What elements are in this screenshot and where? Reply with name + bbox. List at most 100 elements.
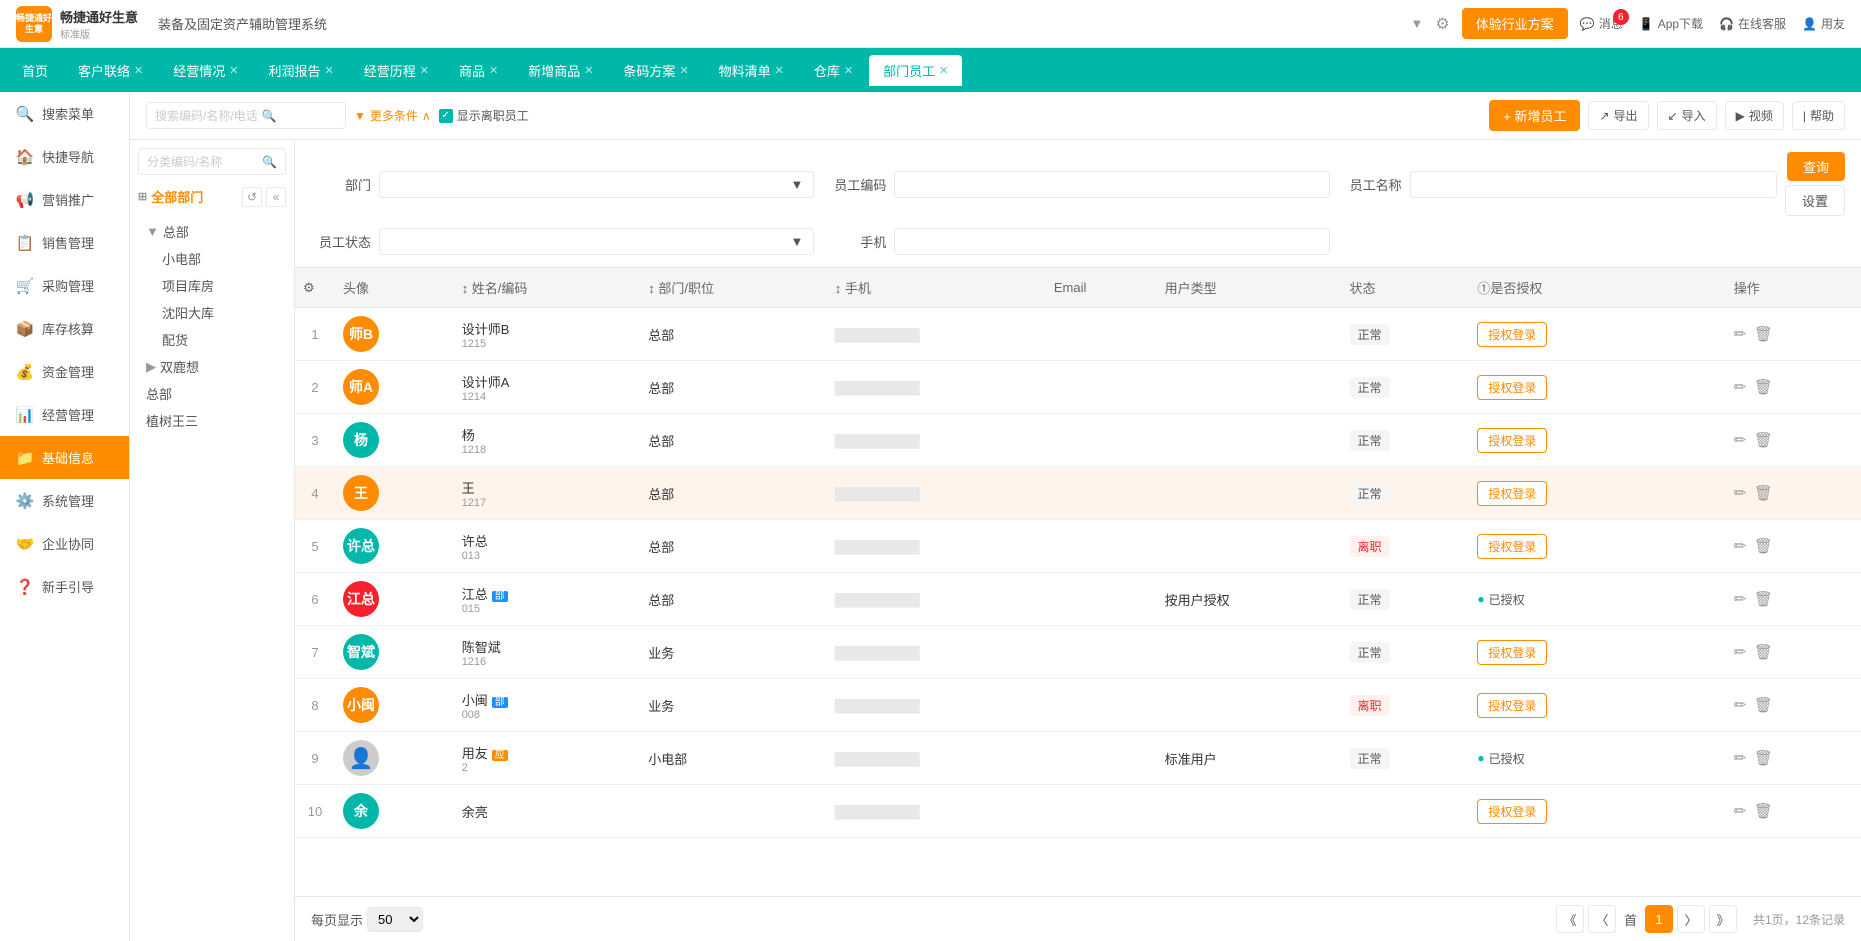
close-icon[interactable]: ✕: [584, 64, 593, 77]
nav-tab-operations[interactable]: 经营情况✕: [159, 55, 252, 86]
delete-icon[interactable]: 🗑: [1754, 538, 1773, 555]
nav-tab-bom[interactable]: 物料清单✕: [705, 55, 798, 86]
search-icon[interactable]: 🔍: [262, 109, 277, 123]
edit-icon[interactable]: ✏: [1734, 538, 1747, 555]
auth-button[interactable]: 授权登录: [1477, 693, 1547, 718]
refresh-icon[interactable]: ↺: [242, 187, 262, 207]
user-action[interactable]: 👤 用友: [1802, 15, 1845, 32]
sidebar-item-system[interactable]: ⚙️ 系统管理: [0, 479, 129, 522]
dropdown-icon[interactable]: ▼: [1411, 16, 1424, 31]
dept-node-double-deer[interactable]: ▶ 双鹿想: [138, 353, 286, 380]
delete-icon[interactable]: 🗑: [1754, 803, 1773, 820]
nav-home[interactable]: 首页: [8, 55, 62, 86]
col-settings[interactable]: ⚙: [295, 268, 335, 308]
nav-tab-employees[interactable]: 部门员工✕: [869, 55, 962, 86]
dept-node-project[interactable]: 项目库房: [154, 272, 286, 299]
sidebar-item-operations[interactable]: 📊 经营管理: [0, 393, 129, 436]
prev-page-btn[interactable]: 〈: [1588, 905, 1616, 933]
import-button[interactable]: ↙ 导入: [1657, 101, 1717, 130]
per-page-select[interactable]: 50 100 200: [367, 907, 423, 932]
add-employee-button[interactable]: + 新增员工: [1489, 100, 1580, 131]
dept-node-shenyang[interactable]: 沈阳大库: [154, 299, 286, 326]
reset-button[interactable]: 设置: [1785, 185, 1845, 216]
col-dept-position[interactable]: ↕ 部门/职位: [640, 268, 827, 308]
auth-button[interactable]: 授权登录: [1477, 799, 1547, 824]
delete-icon[interactable]: 🗑: [1754, 432, 1773, 449]
sidebar-item-inventory[interactable]: 📦 库存核算: [0, 307, 129, 350]
dept-node-plant-tree[interactable]: 植树王三: [138, 407, 286, 434]
experience-button[interactable]: 体验行业方案: [1462, 8, 1568, 39]
edit-icon[interactable]: ✏: [1734, 644, 1747, 661]
nav-tab-barcode[interactable]: 条码方案✕: [609, 55, 702, 86]
dept-select[interactable]: ▼: [379, 171, 814, 198]
nav-tab-journey[interactable]: 经营历程✕: [350, 55, 443, 86]
dept-node-small-electric[interactable]: 小电部: [154, 245, 286, 272]
delete-icon[interactable]: 🗑: [1754, 379, 1773, 396]
auth-button[interactable]: 授权登录: [1477, 322, 1547, 347]
delete-icon[interactable]: 🗑: [1754, 644, 1773, 661]
last-page-btn[interactable]: 》: [1709, 905, 1737, 933]
delete-icon[interactable]: 🗑: [1754, 591, 1773, 608]
auth-button[interactable]: 授权登录: [1477, 375, 1547, 400]
edit-icon[interactable]: ✏: [1734, 803, 1747, 820]
edit-icon[interactable]: ✏: [1734, 697, 1747, 714]
nav-tab-profit[interactable]: 利润报告✕: [254, 55, 347, 86]
sidebar-item-sales[interactable]: 📋 销售管理: [0, 221, 129, 264]
nav-tab-goods[interactable]: 商品✕: [445, 55, 512, 86]
next-page-btn[interactable]: 〉: [1677, 905, 1705, 933]
close-icon[interactable]: ✕: [489, 64, 498, 77]
edit-icon[interactable]: ✏: [1734, 485, 1747, 502]
close-icon[interactable]: ✕: [229, 64, 238, 77]
sidebar-item-basic[interactable]: 📁 基础信息: [0, 436, 129, 479]
close-icon[interactable]: ✕: [679, 64, 688, 77]
close-icon[interactable]: ✕: [939, 64, 948, 77]
close-icon[interactable]: ✕: [134, 64, 143, 77]
help-button[interactable]: | 帮助: [1792, 101, 1845, 130]
edit-icon[interactable]: ✏: [1734, 750, 1747, 767]
nav-tab-customer[interactable]: 客户联络✕: [64, 55, 157, 86]
close-icon[interactable]: ✕: [325, 64, 334, 77]
dept-node-general[interactable]: 总部: [138, 380, 286, 407]
auth-button[interactable]: 授权登录: [1477, 428, 1547, 453]
sidebar-item-purchase[interactable]: 🛒 采购管理: [0, 264, 129, 307]
query-button[interactable]: 查询: [1787, 152, 1845, 181]
phone-input[interactable]: [894, 228, 1329, 255]
all-dept-label[interactable]: ⊞ 全部部门: [138, 183, 203, 210]
online-service-action[interactable]: 🎧 在线客服: [1719, 15, 1786, 32]
delete-icon[interactable]: 🗑: [1754, 750, 1773, 767]
delete-icon[interactable]: 🗑: [1754, 697, 1773, 714]
message-action[interactable]: 💬 消息 6: [1580, 15, 1623, 32]
dept-node-headquarter[interactable]: ▼ 总部: [138, 218, 286, 245]
sidebar-item-collab[interactable]: 🤝 企业协同: [0, 522, 129, 565]
auth-button[interactable]: 授权登录: [1477, 640, 1547, 665]
close-icon[interactable]: ✕: [775, 64, 784, 77]
sidebar-item-marketing[interactable]: 📢 营销推广: [0, 178, 129, 221]
close-icon[interactable]: ✕: [420, 64, 429, 77]
show-resigned-toggle[interactable]: ✓ 显示离职员工: [439, 107, 529, 124]
sidebar-item-shortcut[interactable]: 🏠 快捷导航: [0, 135, 129, 178]
auth-button[interactable]: 授权登录: [1477, 481, 1547, 506]
view-button[interactable]: ▶ 视频: [1725, 101, 1784, 130]
nav-tab-add-goods[interactable]: 新增商品✕: [514, 55, 607, 86]
delete-icon[interactable]: 🗑: [1754, 326, 1773, 343]
edit-icon[interactable]: ✏: [1734, 326, 1747, 343]
first-page-btn[interactable]: 《: [1556, 905, 1584, 933]
edit-icon[interactable]: ✏: [1734, 379, 1747, 396]
col-phone[interactable]: ↕ 手机: [827, 268, 1046, 308]
emp-name-input[interactable]: [1410, 171, 1777, 198]
app-download-action[interactable]: 📱 App下载: [1639, 15, 1703, 32]
dept-node-delivery[interactable]: 配货: [154, 326, 286, 353]
nav-tab-warehouse[interactable]: 仓库✕: [800, 55, 867, 86]
search-box[interactable]: 搜索编码/名称/电话 🔍: [146, 102, 346, 129]
settings-icon[interactable]: ⚙: [1435, 14, 1449, 34]
auth-button[interactable]: 授权登录: [1477, 534, 1547, 559]
edit-icon[interactable]: ✏: [1734, 432, 1747, 449]
dept-search-box[interactable]: 分类编码/名称 🔍: [138, 148, 286, 175]
edit-icon[interactable]: ✏: [1734, 591, 1747, 608]
more-conditions-btn[interactable]: ▼ 更多条件 ∧: [354, 107, 431, 124]
sidebar-item-finance[interactable]: 💰 资金管理: [0, 350, 129, 393]
page-num[interactable]: 1: [1645, 905, 1673, 933]
export-button[interactable]: ↗ 导出: [1588, 101, 1648, 130]
sidebar-item-search[interactable]: 🔍 搜索菜单: [0, 92, 129, 135]
delete-icon[interactable]: 🗑: [1754, 485, 1773, 502]
